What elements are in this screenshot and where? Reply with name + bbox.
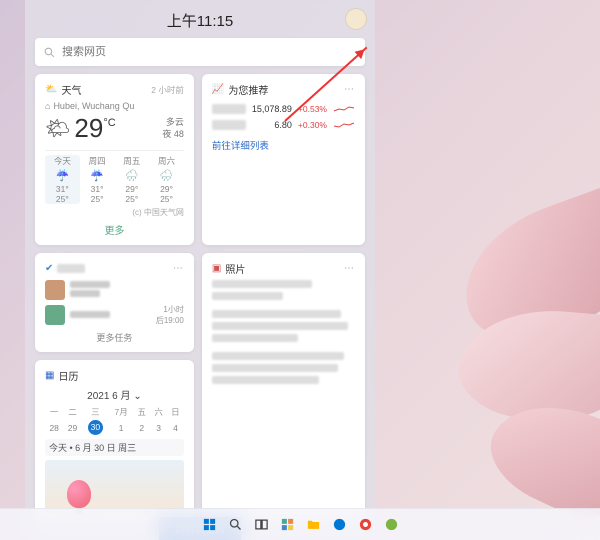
forecast-day[interactable]: 周六🌧29°25° (149, 155, 184, 204)
calendar-illustration (45, 460, 184, 514)
todo-thumb (45, 280, 65, 300)
stock-row[interactable]: 6.80 +0.30% (212, 117, 355, 133)
more-options-button[interactable]: ⋯ (173, 263, 184, 274)
stocks-widget[interactable]: 📈 为您推荐 ⋯ 15,078.89 +0.53% 6.80 +0.30% 前往… (202, 74, 365, 245)
widgets-panel: 上午11:15 ⛅ 天气 2 小时前 ⌂Hubei, Wuchang Qu 🌤 … (25, 0, 375, 540)
todo-time: 1小时后19:00 (156, 304, 184, 326)
calendar-grid: 一二三7月五六日 28 29 30 1 2 3 4 (45, 405, 184, 436)
stock-change: +0.30% (298, 120, 327, 130)
condition: 多云 (166, 117, 184, 127)
task-view-button[interactable] (251, 515, 271, 535)
clock-time: 上午11:15 (167, 10, 233, 31)
updated-label: 2 小时前 (151, 84, 184, 96)
wallpaper-petals (380, 180, 600, 540)
forecast-day[interactable]: 今天☔31°25° (45, 155, 80, 204)
panel-header: 上午11:15 (35, 8, 365, 32)
weather-more-link[interactable]: 更多 (45, 218, 184, 237)
calendar-day[interactable]: 3 (150, 419, 167, 436)
start-button[interactable] (199, 515, 219, 535)
user-avatar[interactable] (345, 8, 367, 30)
todo-item[interactable] (45, 304, 110, 326)
search-input[interactable] (62, 46, 357, 58)
feels-like: 夜 48 (162, 129, 184, 139)
todo-thumb (45, 305, 65, 325)
app-button[interactable] (381, 515, 401, 535)
calendar-widget[interactable]: ▦ 日历 2021 6 月 ⌄ 一二三7月五六日 28 29 30 1 2 3 … (35, 360, 194, 522)
forecast-day[interactable]: 周四☔31°25° (80, 155, 115, 204)
widgets-button[interactable] (277, 515, 297, 535)
weather-source: (c) 中国天气网 (45, 207, 184, 218)
stock-value: 6.80 (274, 120, 292, 130)
edge-button[interactable] (329, 515, 349, 535)
stock-name-blurred (212, 104, 246, 114)
todo-widget[interactable]: ✔ ⋯ 1小时后19:00 更多任务 (35, 253, 194, 352)
weather-icon: ⛅ (45, 84, 57, 95)
stock-change: +0.53% (298, 104, 327, 114)
calendar-day[interactable]: 2 (133, 419, 150, 436)
calendar-day[interactable]: 29 (63, 419, 81, 436)
balloon-icon (67, 480, 91, 508)
calendar-icon: ▦ (45, 370, 54, 381)
forecast-row: 今天☔31°25° 周四☔31°25° 周五🌧29°25° 周六🌧29°25° (45, 150, 184, 204)
card-title: 天气 (61, 82, 81, 97)
calendar-day[interactable]: 1 (109, 419, 133, 436)
card-title: 日历 (58, 368, 78, 383)
calendar-day[interactable]: 4 (167, 419, 184, 436)
forecast-day[interactable]: 周五🌧29°25° (114, 155, 149, 204)
calendar-month[interactable]: 2021 6 月 ⌄ (45, 387, 184, 402)
search-bar[interactable] (35, 38, 365, 66)
stock-value: 15,078.89 (252, 104, 292, 114)
stock-row[interactable]: 15,078.89 +0.53% (212, 101, 355, 117)
sparkline-icon (333, 120, 355, 130)
taskbar[interactable] (0, 508, 600, 540)
more-options-button[interactable]: ⋯ (344, 263, 355, 274)
card-title: 为您推荐 (228, 82, 268, 97)
todo-item[interactable] (45, 280, 110, 300)
search-icon (43, 46, 56, 59)
stocks-details-link[interactable]: 前往详细列表 (212, 138, 355, 152)
calendar-day-today[interactable]: 30 (82, 419, 109, 436)
card-title: 照片 (225, 261, 245, 276)
sparkline-icon (333, 104, 355, 114)
photos-icon: ▣ (212, 263, 221, 274)
more-options-button[interactable]: ⋯ (344, 84, 355, 95)
current-weather-icon: 🌤 (45, 116, 70, 141)
location-text: Hubei, Wuchang Qu (53, 101, 134, 111)
home-icon: ⌂ (45, 101, 50, 111)
taskbar-search-button[interactable] (225, 515, 245, 535)
calendar-day[interactable]: 28 (45, 419, 63, 436)
chevron-down-icon: ⌄ (133, 391, 141, 402)
stock-name-blurred (212, 120, 246, 130)
temperature: 29 (74, 113, 103, 144)
explorer-button[interactable] (303, 515, 323, 535)
weather-widget[interactable]: ⛅ 天气 2 小时前 ⌂Hubei, Wuchang Qu 🌤 29°C 多云夜… (35, 74, 194, 245)
todo-footer[interactable]: 更多任务 (45, 331, 184, 344)
photos-widget[interactable]: ▣ 照片 ⋯ (202, 253, 365, 522)
temp-unit: °C (103, 117, 115, 129)
todo-icon: ✔ (45, 263, 53, 274)
title-blurred (57, 264, 85, 273)
chrome-button[interactable] (355, 515, 375, 535)
stocks-icon: 📈 (212, 84, 224, 95)
calendar-event[interactable]: 今天 • 6 月 30 日 周三 (45, 439, 184, 456)
